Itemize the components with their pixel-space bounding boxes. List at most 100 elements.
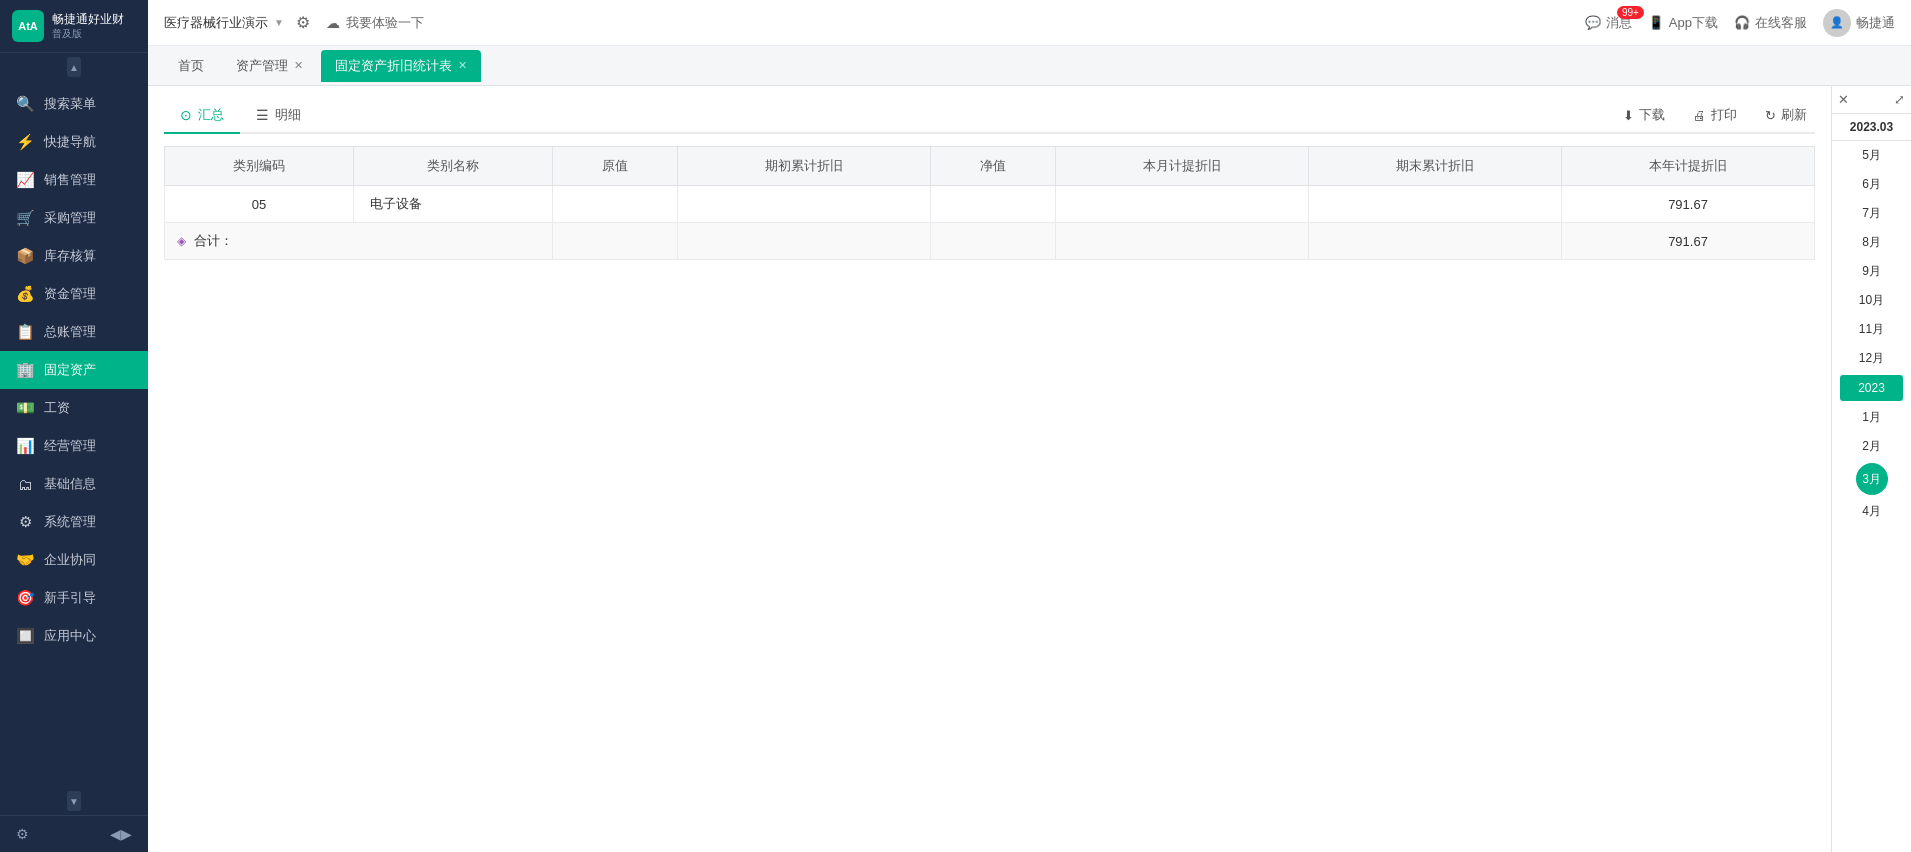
tab-close-2[interactable]: ✕: [458, 59, 467, 72]
date-month-10月[interactable]: 10月: [1832, 286, 1911, 315]
sidebar-item-经营管理[interactable]: 📊经营管理: [0, 427, 148, 465]
tab-label-2: 固定资产折旧统计表: [335, 57, 452, 75]
detail-label: 明细: [275, 106, 301, 124]
nav-label-4: 库存核算: [44, 247, 96, 265]
content-area: ⊙ 汇总 ☰ 明细 ⬇ 下载 🖨 打印: [148, 86, 1911, 852]
date-year-2023: 2023: [1840, 375, 1903, 401]
date-month-5月[interactable]: 5月: [1832, 141, 1911, 170]
date-panel-expand-icon[interactable]: ⤢: [1894, 92, 1905, 107]
col-initial-dep: 期初累计折旧: [678, 147, 931, 186]
row-end-dep: [1309, 186, 1562, 223]
sidebar-item-企业协同[interactable]: 🤝企业协同: [0, 541, 148, 579]
sidebar-scroll-down[interactable]: ▼: [67, 791, 81, 811]
sidebar-item-工资[interactable]: 💵工资: [0, 389, 148, 427]
topbar-right: 💬 消息 99+ 📱 App下载 🎧 在线客服 👤 畅捷通: [1585, 9, 1895, 37]
sidebar-item-采购管理[interactable]: 🛒采购管理: [0, 199, 148, 237]
message-icon: 💬: [1585, 15, 1601, 30]
nav-icon-4: 📦: [16, 247, 34, 265]
nav-label-13: 新手引导: [44, 589, 96, 607]
download-button[interactable]: 📱 App下载: [1648, 14, 1718, 32]
depreciation-table: 类别编码 类别名称 原值 期初累计折旧 净值 本月计提折旧 期末累计折旧 本年计…: [164, 146, 1815, 260]
topbar: 医疗器械行业演示 ▼ ⚙ ☁ 我要体验一下 💬 消息 99+ 📱 App下载 🎧…: [148, 0, 1911, 46]
tab-资产管理[interactable]: 资产管理 ✕: [222, 50, 317, 82]
sidebar-item-快捷导航[interactable]: ⚡ 快捷导航: [0, 123, 148, 161]
nav-icon-0: 🔍: [16, 95, 34, 113]
tab-label-1: 资产管理: [236, 57, 288, 75]
nav-label-11: 系统管理: [44, 513, 96, 531]
date-month-2023-4月[interactable]: 4月: [1832, 497, 1911, 526]
sidebar-logo: AtA 畅捷通好业财 普及版: [0, 0, 148, 53]
collapse-icon[interactable]: ◀▶: [110, 826, 132, 842]
tab-首页[interactable]: 首页: [164, 50, 218, 82]
user-name: 畅捷通: [1856, 14, 1895, 32]
sidebar-item-固定资产[interactable]: 🏢固定资产: [0, 351, 148, 389]
print-btn-label: 打印: [1711, 106, 1737, 124]
sidebar-item-库存核算[interactable]: 📦 库存核算: [0, 237, 148, 275]
message-button[interactable]: 💬 消息 99+: [1585, 14, 1632, 32]
date-month-11月[interactable]: 11月: [1832, 315, 1911, 344]
date-month-6月[interactable]: 6月: [1832, 170, 1911, 199]
date-month-12月[interactable]: 12月: [1832, 344, 1911, 373]
app-name: 畅捷通好业财: [52, 11, 124, 28]
nav-icon-12: 🤝: [16, 551, 34, 569]
refresh-btn[interactable]: ↻ 刷新: [1757, 102, 1815, 128]
date-month-7月[interactable]: 7月: [1832, 199, 1911, 228]
subtotal-label: ◈ 合计：: [165, 223, 553, 260]
company-settings-icon[interactable]: ⚙: [296, 13, 310, 32]
date-month-2023-3月[interactable]: 3月: [1856, 463, 1888, 495]
row-name: 电子设备: [354, 186, 553, 223]
company-selector[interactable]: 医疗器械行业演示 ▼: [164, 14, 284, 32]
service-label: 在线客服: [1755, 14, 1807, 32]
nav-icon-5: 💰: [16, 285, 34, 303]
toolbar-right: ⬇ 下载 🖨 打印 ↻ 刷新: [1615, 102, 1815, 128]
sidebar-item-新手引导[interactable]: 🎯 新手引导: [0, 579, 148, 617]
nav-label-3: 采购管理: [44, 209, 96, 227]
col-name: 类别名称: [354, 147, 553, 186]
subtotal-end-dep: [1309, 223, 1562, 260]
sidebar-item-总账管理[interactable]: 📋总账管理: [0, 313, 148, 351]
date-panel-header: 2023.03: [1832, 114, 1911, 141]
company-dropdown-arrow: ▼: [274, 17, 284, 28]
nav-icon-10: 🗂: [16, 476, 34, 493]
settings-icon[interactable]: ⚙: [16, 826, 29, 842]
nav-icon-13: 🎯: [16, 589, 34, 607]
company-name: 医疗器械行业演示: [164, 14, 268, 32]
col-code: 类别编码: [165, 147, 354, 186]
download-icon: 📱: [1648, 15, 1664, 30]
nav-icon-14: 🔲: [16, 627, 34, 645]
date-month-2023-1月[interactable]: 1月: [1832, 403, 1911, 432]
service-button[interactable]: 🎧 在线客服: [1734, 14, 1807, 32]
sidebar-item-销售管理[interactable]: 📈销售管理: [0, 161, 148, 199]
date-panel: ✕ ⤢ 2023.03 5月6月7月8月9月10月11月12月20231月2月3…: [1831, 86, 1911, 852]
sidebar-item-系统管理[interactable]: ⚙系统管理: [0, 503, 148, 541]
tab-close-1[interactable]: ✕: [294, 59, 303, 72]
date-month-2023-2月[interactable]: 2月: [1832, 432, 1911, 461]
sub-tab-detail[interactable]: ☰ 明细: [240, 98, 317, 134]
refresh-btn-label: 刷新: [1781, 106, 1807, 124]
subtotal-net-value: [931, 223, 1056, 260]
sidebar-item-搜索菜单[interactable]: 🔍搜索菜单: [0, 85, 148, 123]
print-btn[interactable]: 🖨 打印: [1685, 102, 1745, 128]
user-menu[interactable]: 👤 畅捷通: [1823, 9, 1895, 37]
date-month-8月[interactable]: 8月: [1832, 228, 1911, 257]
sidebar-item-应用中心[interactable]: 🔲应用中心: [0, 617, 148, 655]
nav-label-7: 固定资产: [44, 361, 96, 379]
date-panel-close-icon[interactable]: ✕: [1838, 92, 1849, 107]
nav-icon-1: ⚡: [16, 133, 34, 151]
sidebar-item-资金管理[interactable]: 💰资金管理: [0, 275, 148, 313]
sidebar-scroll-up[interactable]: ▲: [67, 57, 81, 77]
sub-tab-summary[interactable]: ⊙ 汇总: [164, 98, 240, 134]
message-badge: 99+: [1617, 6, 1644, 19]
subtotal-icon: ◈: [177, 234, 186, 248]
download-btn[interactable]: ⬇ 下载: [1615, 102, 1673, 128]
tab-固定资产折旧统计表[interactable]: 固定资产折旧统计表 ✕: [321, 50, 481, 82]
subtotal-row: ◈ 合计： 791.67: [165, 223, 1815, 260]
date-month-9月[interactable]: 9月: [1832, 257, 1911, 286]
date-nav-list: 5月6月7月8月9月10月11月12月20231月2月3月4月: [1832, 141, 1911, 852]
sidebar-nav: 🔍搜索菜单 ⚡ 快捷导航 📈销售管理🛒采购管理 📦 库存核算 💰资金管理📋总账管理🏢固定资产…: [0, 81, 148, 787]
trial-button[interactable]: ☁ 我要体验一下: [326, 14, 424, 32]
refresh-btn-icon: ↻: [1765, 108, 1776, 123]
sidebar-item-基础信息[interactable]: 🗂基础信息: [0, 465, 148, 503]
trial-label: 我要体验一下: [346, 14, 424, 32]
nav-label-1: 快捷导航: [44, 133, 96, 151]
